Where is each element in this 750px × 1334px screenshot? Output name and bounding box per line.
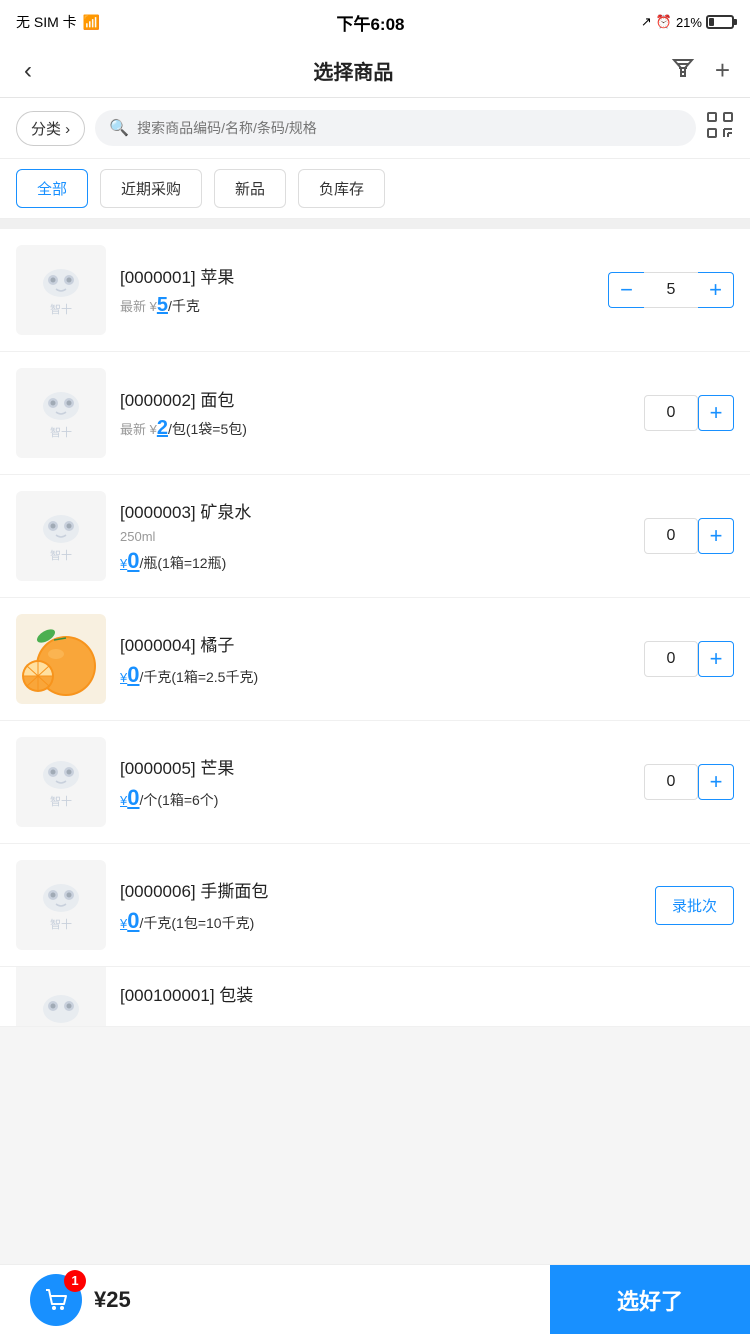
product-item-p3: 智十 [0000003] 矿泉水 250ml ¥0/瓶(1箱=12瓶) + bbox=[0, 475, 750, 598]
divider bbox=[0, 219, 750, 229]
product-image-p7 bbox=[16, 967, 106, 1027]
qty-input-p1[interactable] bbox=[644, 272, 698, 308]
product-price-p4: ¥0/千克(1箱=2.5千克) bbox=[120, 662, 630, 688]
placeholder-logo-p6: 智十 bbox=[39, 878, 83, 932]
cart-badge: 1 bbox=[64, 1270, 86, 1292]
product-info-p7: [000100001] 包装 bbox=[120, 981, 734, 1012]
scan-icon[interactable] bbox=[706, 111, 734, 145]
qty-input-p5[interactable] bbox=[644, 764, 698, 800]
qty-control-p2: + bbox=[644, 395, 734, 431]
product-item-p1: 智十 [0000001] 苹果 最新 ¥5/千克 − + bbox=[0, 229, 750, 352]
product-item-p4: [0000004] 橘子 ¥0/千克(1箱=2.5千克) + bbox=[0, 598, 750, 721]
nav-bar: ‹ 选择商品 + bbox=[0, 44, 750, 98]
status-time: 下午6:08 bbox=[336, 10, 404, 35]
product-image-p3: 智十 bbox=[16, 491, 106, 581]
product-info-p6: [0000006] 手撕面包 ¥0/千克(1包=10千克) bbox=[120, 877, 641, 934]
bottom-bar: 1 ¥25 选好了 bbox=[0, 1264, 750, 1334]
product-list: 智十 [0000001] 苹果 最新 ¥5/千克 − + bbox=[0, 229, 750, 1027]
tab-all[interactable]: 全部 bbox=[16, 169, 88, 208]
product-name-p1: [0000001] 苹果 bbox=[120, 263, 594, 288]
product-item-p5: 智十 [0000005] 芒果 ¥0/个(1箱=6个) + bbox=[0, 721, 750, 844]
alarm-icon: ⏰ bbox=[656, 14, 672, 30]
product-image-p4 bbox=[16, 614, 106, 704]
qty-input-p4[interactable] bbox=[644, 641, 698, 677]
placeholder-logo: 智十 bbox=[39, 263, 83, 317]
orange-svg bbox=[16, 614, 106, 704]
product-info-p3: [0000003] 矿泉水 250ml ¥0/瓶(1箱=12瓶) bbox=[120, 498, 630, 574]
tab-recent[interactable]: 近期采购 bbox=[100, 169, 202, 208]
qty-plus-p5[interactable]: + bbox=[698, 764, 734, 800]
cart-icon bbox=[42, 1286, 70, 1314]
cart-total: ¥25 bbox=[94, 1287, 131, 1313]
product-image-p1: 智十 bbox=[16, 245, 106, 335]
qty-control-p3: + bbox=[644, 518, 734, 554]
qty-control-p4: + bbox=[644, 641, 734, 677]
search-icon: 🔍 bbox=[109, 118, 129, 138]
product-info-p1: [0000001] 苹果 最新 ¥5/千克 bbox=[120, 263, 594, 317]
page-title: 选择商品 bbox=[313, 56, 393, 85]
qty-control-p5: + bbox=[644, 764, 734, 800]
filter-bar: 分类 › 🔍 bbox=[0, 98, 750, 159]
qty-input-p2[interactable] bbox=[644, 395, 698, 431]
battery-icon bbox=[706, 15, 734, 29]
location-icon: ↗ bbox=[641, 14, 652, 30]
confirm-button[interactable]: 选好了 bbox=[550, 1265, 750, 1334]
status-bar: 无 SIM 卡 📶 下午6:08 ↗ ⏰ 21% bbox=[0, 0, 750, 44]
product-image-p6: 智十 bbox=[16, 860, 106, 950]
product-info-p4: [0000004] 橘子 ¥0/千克(1箱=2.5千克) bbox=[120, 631, 630, 688]
battery-percent: 21% bbox=[676, 15, 702, 30]
product-name-p7: [000100001] 包装 bbox=[120, 981, 734, 1006]
category-button[interactable]: 分类 › bbox=[16, 111, 85, 146]
product-item-p2: 智十 [0000002] 面包 最新 ¥2/包(1袋=5包) + bbox=[0, 352, 750, 475]
batch-button-p6[interactable]: 录批次 bbox=[655, 886, 734, 925]
product-image-p5: 智十 bbox=[16, 737, 106, 827]
search-input[interactable] bbox=[137, 120, 682, 136]
product-name-p6: [0000006] 手撕面包 bbox=[120, 877, 641, 902]
product-info-p5: [0000005] 芒果 ¥0/个(1箱=6个) bbox=[120, 754, 630, 811]
product-name-p5: [0000005] 芒果 bbox=[120, 754, 630, 779]
qty-plus-p3[interactable]: + bbox=[698, 518, 734, 554]
placeholder-logo-p5: 智十 bbox=[39, 755, 83, 809]
cart-icon-button[interactable]: 1 bbox=[30, 1274, 82, 1326]
tab-bar: 全部 近期采购 新品 负库存 bbox=[0, 159, 750, 219]
status-right: ↗ ⏰ 21% bbox=[641, 14, 734, 30]
status-carrier: 无 SIM 卡 📶 bbox=[16, 12, 100, 32]
filter-icon[interactable] bbox=[671, 56, 695, 86]
wifi-icon: 📶 bbox=[83, 14, 100, 31]
tab-negative[interactable]: 负库存 bbox=[298, 169, 385, 208]
qty-control-p1: − + bbox=[608, 272, 734, 308]
product-price-p2: 最新 ¥2/包(1袋=5包) bbox=[120, 417, 630, 440]
product-name-p4: [0000004] 橘子 bbox=[120, 631, 630, 656]
qty-plus-p2[interactable]: + bbox=[698, 395, 734, 431]
qty-plus-p4[interactable]: + bbox=[698, 641, 734, 677]
placeholder-logo-p3: 智十 bbox=[39, 509, 83, 563]
product-info-p2: [0000002] 面包 最新 ¥2/包(1袋=5包) bbox=[120, 386, 630, 440]
product-item-p7: [000100001] 包装 bbox=[0, 967, 750, 1027]
product-name-p3: [0000003] 矿泉水 bbox=[120, 498, 630, 523]
product-image-p2: 智十 bbox=[16, 368, 106, 458]
tab-new[interactable]: 新品 bbox=[214, 169, 286, 208]
nav-actions: + bbox=[671, 55, 730, 86]
product-price-p5: ¥0/个(1箱=6个) bbox=[120, 785, 630, 811]
product-name-p2: [0000002] 面包 bbox=[120, 386, 630, 411]
product-spec-p3: 250ml bbox=[120, 529, 630, 544]
product-price-p6: ¥0/千克(1包=10千克) bbox=[120, 908, 641, 934]
product-item-p6: 智十 [0000006] 手撕面包 ¥0/千克(1包=10千克) 录批次 bbox=[0, 844, 750, 967]
cart-area: 1 ¥25 bbox=[0, 1274, 550, 1326]
add-icon[interactable]: + bbox=[715, 55, 730, 86]
product-price-p1: 最新 ¥5/千克 bbox=[120, 294, 594, 317]
qty-plus-p1[interactable]: + bbox=[698, 272, 734, 308]
back-button[interactable]: ‹ bbox=[20, 53, 36, 89]
qty-minus-p1[interactable]: − bbox=[608, 272, 644, 308]
qty-input-p3[interactable] bbox=[644, 518, 698, 554]
search-box: 🔍 bbox=[95, 110, 696, 146]
placeholder-logo-p2: 智十 bbox=[39, 386, 83, 440]
carrier-text: 无 SIM 卡 bbox=[16, 12, 77, 32]
product-price-p3: ¥0/瓶(1箱=12瓶) bbox=[120, 548, 630, 574]
